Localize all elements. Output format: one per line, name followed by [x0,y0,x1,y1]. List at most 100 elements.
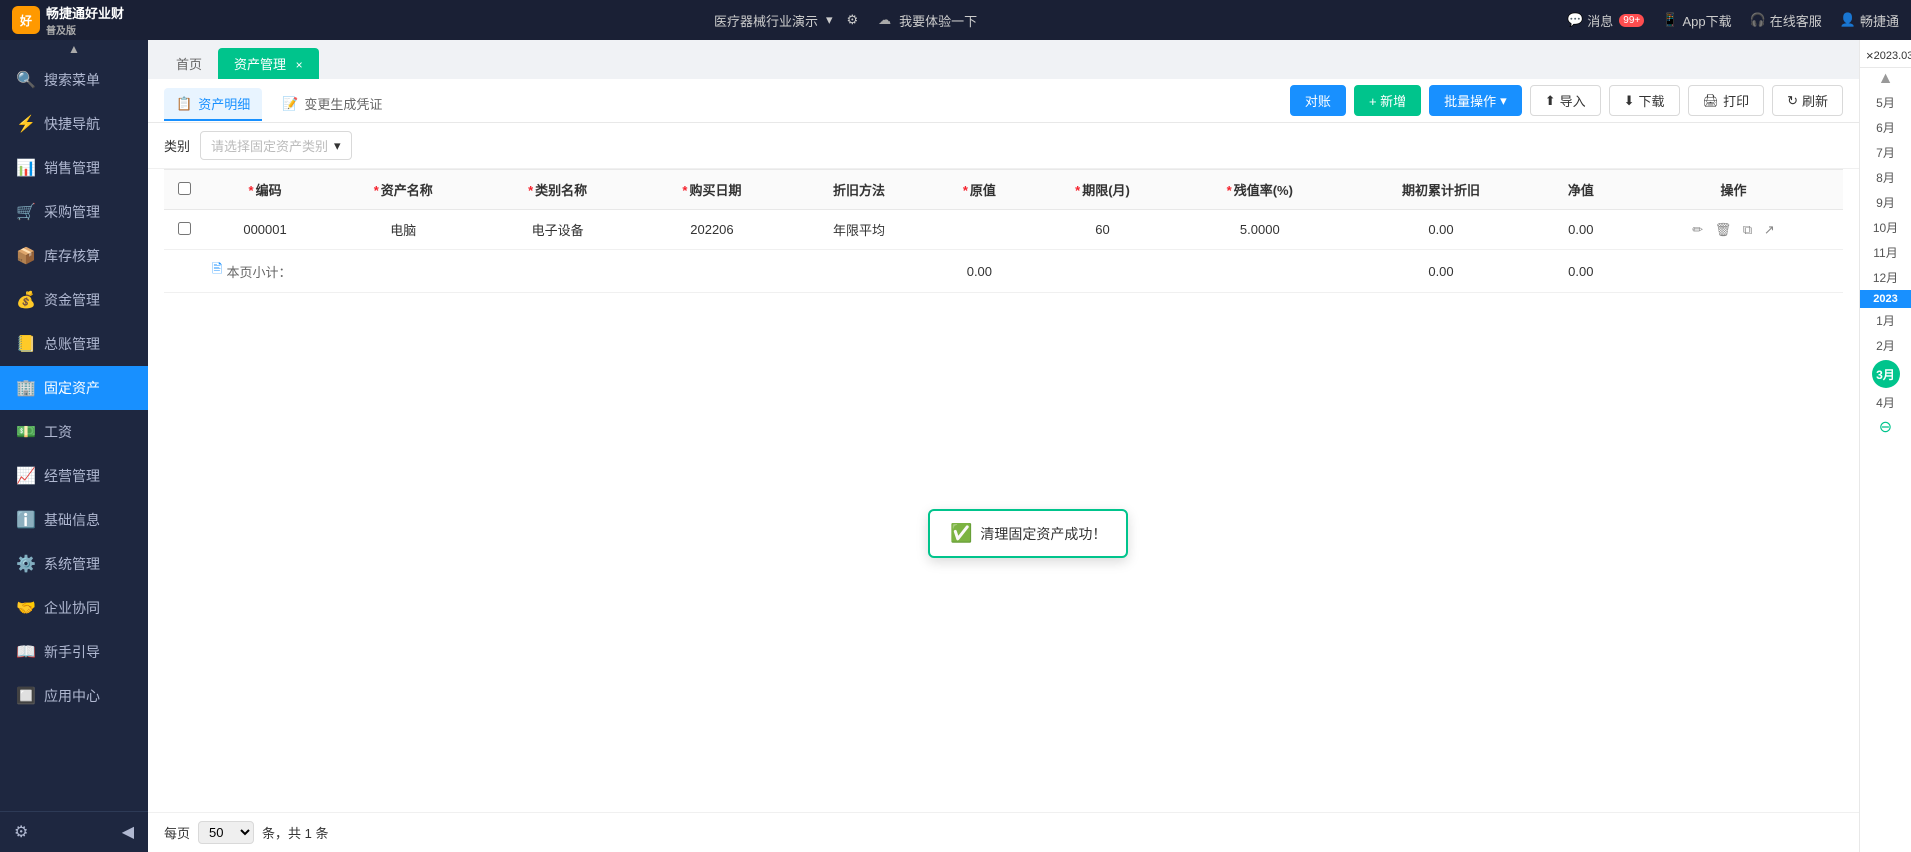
category-chevron-icon: ▾ [334,138,341,154]
app-logo: 好 畅捷通好业财 普及版 [12,3,124,37]
sidebar-item-search[interactable]: 🔍 搜索菜单 [0,58,148,102]
sidebar-item-app-center[interactable]: 🔲 应用中心 [0,674,148,718]
topbar-right: 💬 消息 99+ 📱 App下载 🎧 在线客服 👤 畅捷通 [1567,11,1899,30]
tab-home[interactable]: 首页 [160,48,218,79]
month-7[interactable]: 7月 [1860,140,1911,165]
year-2023[interactable]: 2023 [1860,290,1911,308]
per-page-select[interactable]: 50 100 200 [198,821,254,844]
refresh-button[interactable]: ↻ 刷新 [1772,85,1843,116]
sidebar-collapse-icon[interactable]: ◀ [122,822,134,842]
sidebar-bottom: ⚙ ◀ [0,811,148,852]
inventory-icon: 📦 [16,246,36,266]
sidebar-item-ledger[interactable]: 📒 总账管理 [0,322,148,366]
right-panel-months: 5月 6月 7月 8月 9月 10月 11月 12月 2023 1月 2月 3月… [1860,90,1911,415]
download-button[interactable]: ⬇ 下载 [1609,85,1680,116]
sidebar-settings-icon[interactable]: ⚙ [14,822,28,842]
experience-button[interactable]: 我要体验一下 [899,11,977,30]
delete-icon[interactable]: 🗑 [1715,222,1732,237]
reconcile-button[interactable]: 对账 [1290,85,1346,116]
sidebar-label-fixed-assets: 固定资产 [44,378,100,398]
toolbar: 对账 + 新增 批量操作 ▾ ⬆ 导入 ⬇ 下载 🖨 [1290,79,1843,122]
tab-close-icon[interactable]: × [296,58,303,72]
tab-bar: 首页 资产管理 × [148,40,1859,79]
category-select[interactable]: 请选择固定资产类别 ▾ [200,131,352,160]
month-2[interactable]: 2月 [1860,333,1911,358]
search-icon: 🔍 [16,70,36,90]
edit-icon[interactable]: ✏ [1692,222,1703,237]
sidebar-label-app-center: 应用中心 [44,686,100,706]
month-5[interactable]: 5月 [1860,90,1911,115]
month-9[interactable]: 9月 [1860,190,1911,215]
success-toast: ✅ 清理固定资产成功！ [928,509,1128,558]
finance-icon: 💰 [16,290,36,310]
tab-change-voucher[interactable]: 📝 变更生成凭证 [270,88,394,121]
app-download-btn[interactable]: 📱 App下载 [1662,11,1731,30]
sidebar-item-payroll[interactable]: 💵 工资 [0,410,148,454]
sidebar-label-guide: 新手引导 [44,642,100,662]
sales-icon: 📊 [16,158,36,178]
sidebar-item-quick-nav[interactable]: ⚡ 快捷导航 [0,102,148,146]
message-btn[interactable]: 💬 消息 99+ [1567,11,1644,30]
month-11[interactable]: 11月 [1860,240,1911,265]
sidebar-label-cooperation: 企业协同 [44,598,100,618]
message-icon: 💬 [1567,12,1583,28]
basic-info-icon: ℹ️ [16,510,36,530]
sidebar-item-sales[interactable]: 📊 销售管理 [0,146,148,190]
copy-icon[interactable]: ⧉ [1743,222,1752,237]
sidebar-item-operations[interactable]: 📈 经营管理 [0,454,148,498]
panel-down-button[interactable]: ⊖ [1860,415,1911,439]
table-wrap: *编码 *资产名称 *类别名称 *购买日期 折旧方法 *原值 *期限(月) *残… [148,169,1859,812]
user-profile-btn[interactable]: 👤 畅捷通 [1840,11,1899,30]
app-name: 畅捷通好业财 普及版 [46,3,124,37]
sidebar-item-system[interactable]: ⚙️ 系统管理 [0,542,148,586]
sidebar-item-inventory[interactable]: 📦 库存核算 [0,234,148,278]
month-6[interactable]: 6月 [1860,115,1911,140]
sidebar-label-finance: 资金管理 [44,290,100,310]
panel-up-button[interactable]: ▲ [1860,68,1911,90]
select-all-checkbox[interactable] [178,182,191,195]
sidebar-item-finance[interactable]: 💰 资金管理 [0,278,148,322]
panel-close-icon[interactable]: × [1866,48,1874,63]
system-icon: ⚙️ [16,554,36,574]
ledger-icon: 📒 [16,334,36,354]
table-row: 000001 电脑 电子设备 202206 年限平均 60 5.0000 0.0… [164,210,1843,250]
month-10[interactable]: 10月 [1860,215,1911,240]
headset-icon: 🎧 [1750,12,1766,28]
print-button[interactable]: 🖨 打印 [1688,85,1765,116]
right-panel-header: × 2023.03 ⤢ [1860,44,1911,68]
sidebar-item-fixed-assets[interactable]: 🏢 固定资产 [0,366,148,410]
fixed-assets-icon: 🏢 [16,378,36,398]
company-dropdown-icon[interactable]: ▾ [826,12,833,28]
month-3-current[interactable]: 3月 [1872,360,1900,388]
sidebar-item-cooperation[interactable]: 🤝 企业协同 [0,586,148,630]
cell-purchase-date: 202206 [635,210,789,250]
row-checkbox[interactable] [178,222,191,235]
subtotal-label: 🖹 本页小计： [212,260,921,282]
batch-ops-button[interactable]: 批量操作 ▾ [1429,85,1522,116]
sidebar-item-guide[interactable]: 📖 新手引导 [0,630,148,674]
sidebar-item-purchase[interactable]: 🛒 采购管理 [0,190,148,234]
settings-icon[interactable]: ⚙ [846,12,858,28]
sidebar-label-quick-nav: 快捷导航 [44,114,100,134]
panel-year-label: 2023.03 [1874,50,1911,62]
cell-initial-accumulated: 0.00 [1344,210,1537,250]
message-badge: 99+ [1619,14,1644,27]
online-service-btn[interactable]: 🎧 在线客服 [1750,11,1822,30]
more-icon[interactable]: ↗ [1764,222,1775,237]
sidebar-item-basic-info[interactable]: ℹ️ 基础信息 [0,498,148,542]
download-icon: 📱 [1662,12,1678,28]
tab-asset-detail[interactable]: 📋 资产明细 [164,88,262,121]
per-page-label: 每页 [164,823,190,842]
main-layout: ▲ 🔍 搜索菜单 ⚡ 快捷导航 📊 销售管理 🛒 采购管理 📦 库存核算 💰 资… [0,40,1911,852]
month-4[interactable]: 4月 [1860,390,1911,415]
import-button[interactable]: ⬆ 导入 [1530,85,1601,116]
sidebar-scroll-up[interactable]: ▲ [0,40,148,58]
company-name: 医疗器械行业演示 [714,11,818,30]
month-12[interactable]: 12月 [1860,265,1911,290]
month-1[interactable]: 1月 [1860,308,1911,333]
tab-asset-management[interactable]: 资产管理 × [218,48,319,79]
month-8[interactable]: 8月 [1860,165,1911,190]
change-voucher-icon: 📝 [282,96,298,112]
payroll-icon: 💵 [16,422,36,442]
new-button[interactable]: + 新增 [1354,85,1421,116]
